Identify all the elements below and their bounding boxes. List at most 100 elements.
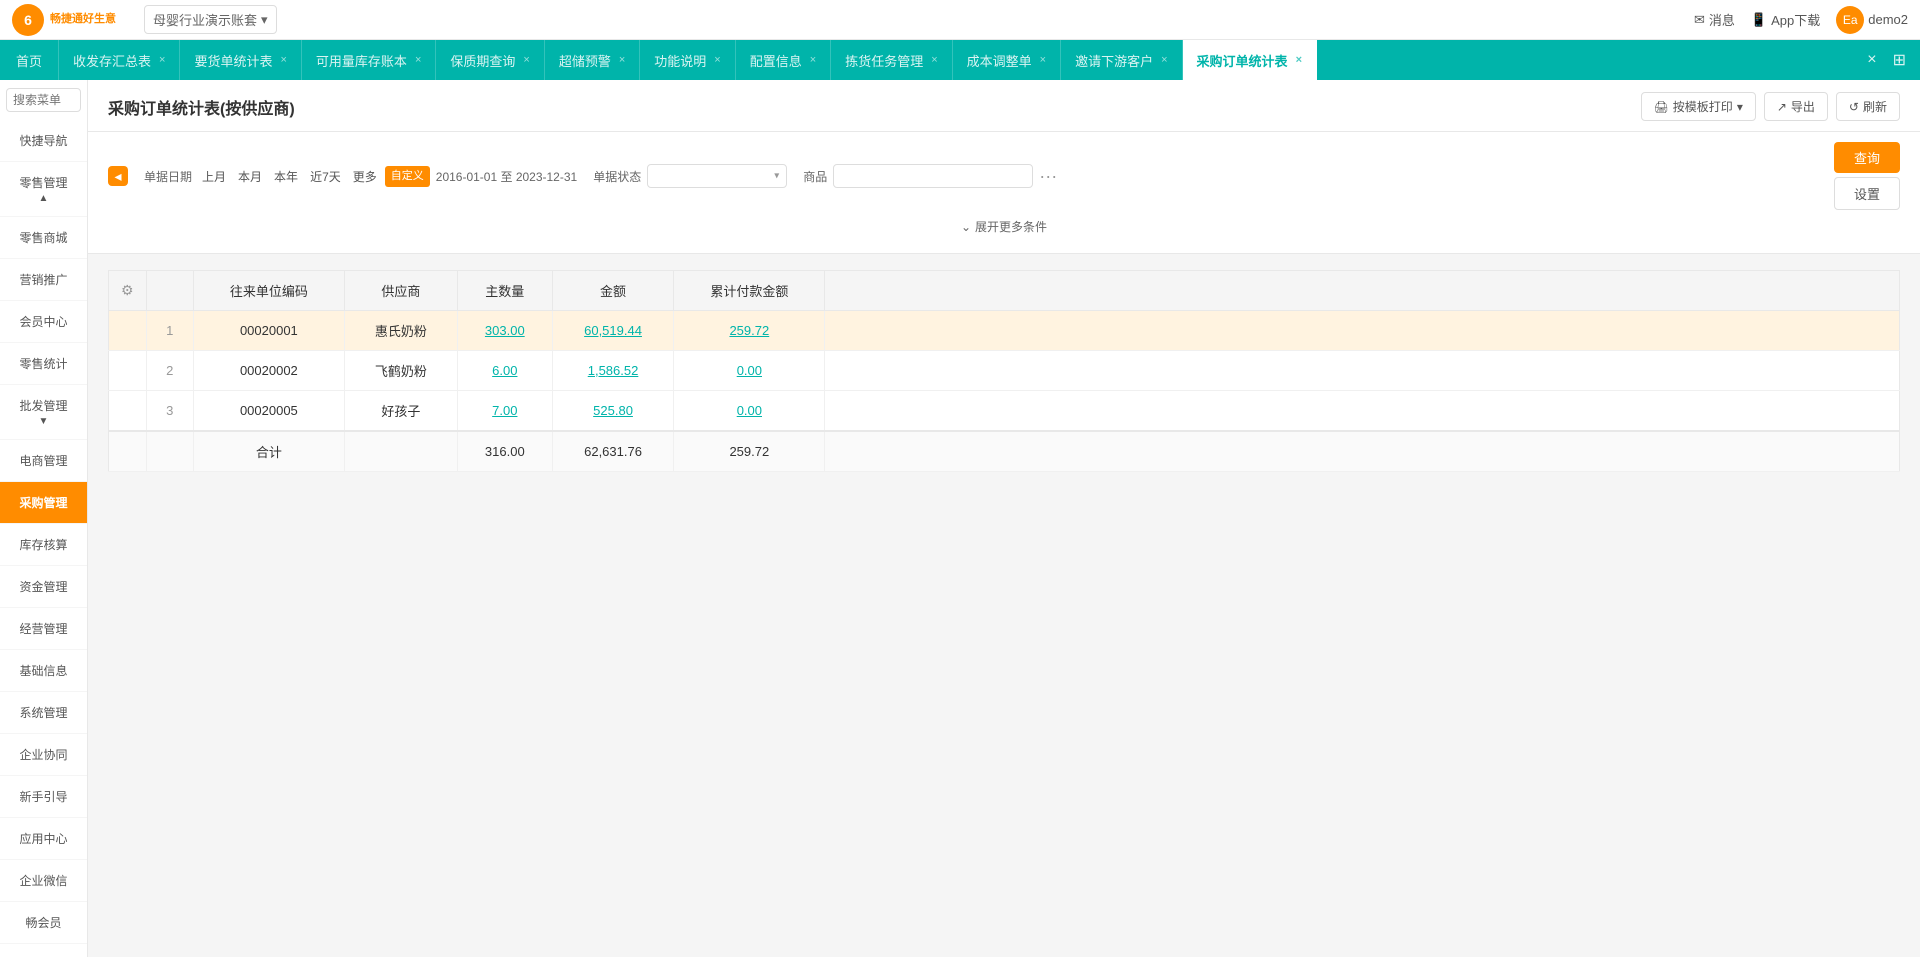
- custom-date-badge[interactable]: 自定义: [385, 166, 430, 187]
- footer-num: [146, 431, 193, 472]
- filter-settings-button[interactable]: 设置: [1834, 177, 1900, 210]
- filter-date-range: 2016-01-01 至 2023-12-31: [436, 168, 577, 185]
- tab-gongneng-close[interactable]: ×: [714, 54, 720, 66]
- sidebar-item-xitong[interactable]: 系统管理: [0, 692, 87, 734]
- tab-home[interactable]: 首页: [0, 40, 59, 80]
- row3-paid-link[interactable]: 0.00: [737, 403, 762, 418]
- col-extra: [825, 271, 1900, 311]
- tab-gongneng[interactable]: 功能说明 ×: [640, 40, 735, 80]
- user-profile[interactable]: Ea demo2: [1836, 6, 1908, 34]
- footer-supplier: [344, 431, 457, 472]
- app-download-label: App下载: [1771, 10, 1820, 29]
- footer-settings: [109, 431, 147, 472]
- tab-yaoqing-label: 邀请下游客户: [1075, 51, 1153, 70]
- row2-settings: [109, 351, 147, 391]
- shortcut-last-month[interactable]: 上月: [198, 166, 230, 187]
- sidebar-item-qiye[interactable]: 企业协同: [0, 734, 87, 776]
- sidebar-item-changhui-label: 畅会员: [25, 914, 61, 931]
- sidebar-item-qiyewx[interactable]: 企业微信: [0, 860, 87, 902]
- sidebar-item-jingying[interactable]: 经营管理: [0, 608, 87, 650]
- tab-paihuoren-close[interactable]: ×: [931, 54, 937, 66]
- sidebar-item-xinshou[interactable]: 新手引导: [0, 776, 87, 818]
- tab-yaoqing-close[interactable]: ×: [1161, 54, 1167, 66]
- row3-supplier: 好孩子: [344, 391, 457, 432]
- app-download-button[interactable]: 📱 App下载: [1751, 10, 1820, 29]
- filter-goods-input[interactable]: [833, 164, 1033, 188]
- row3-amount-link[interactable]: 525.80: [593, 403, 633, 418]
- sidebar-item-jichu[interactable]: 基础信息: [0, 650, 87, 692]
- shortcut-more[interactable]: 更多: [349, 166, 381, 187]
- sidebar-item-zijin[interactable]: 资金管理: [0, 566, 87, 608]
- sidebar-item-lingshoutj[interactable]: 零售统计: [0, 343, 87, 385]
- sidebar-search-input[interactable]: [6, 88, 81, 112]
- tab-yaohuo-close[interactable]: ×: [280, 54, 286, 66]
- sidebar-item-dianshang[interactable]: 电商管理: [0, 440, 87, 482]
- refresh-button[interactable]: ↺ 刷新: [1836, 92, 1900, 121]
- tab-chengben-close[interactable]: ×: [1040, 54, 1046, 66]
- col-code-header: 往来单位编码: [193, 271, 344, 311]
- tab-shofazong[interactable]: 收发存汇总表 ×: [59, 40, 180, 80]
- tab-paihuoren[interactable]: 拣货任务管理 ×: [831, 40, 952, 80]
- shortcut-7days[interactable]: 近7天: [306, 166, 345, 187]
- tab-caigoudan[interactable]: 采购订单统计表 ×: [1183, 40, 1317, 80]
- tab-shofazong-close[interactable]: ×: [159, 54, 165, 66]
- tab-home-label: 首页: [16, 51, 42, 70]
- row2-qty-link[interactable]: 6.00: [492, 363, 517, 378]
- sidebar-item-changhui[interactable]: 畅会员: [0, 902, 87, 944]
- row2-paid-link[interactable]: 0.00: [737, 363, 762, 378]
- logo-char: 6: [24, 12, 32, 28]
- export-label: 导出: [1791, 98, 1815, 115]
- sidebar-item-caigou[interactable]: 采购管理: [0, 482, 87, 524]
- filter-row-1: ◂ 单据日期 上月 本月 本年 近7天 更多 自定义 2016-01-01 至 …: [108, 142, 1900, 210]
- close-all-tabs-button[interactable]: ×: [1861, 49, 1882, 71]
- row1-amount-link[interactable]: 60,519.44: [584, 323, 642, 338]
- filter-status-select[interactable]: [647, 164, 787, 188]
- shortcut-this-year[interactable]: 本年: [270, 166, 302, 187]
- sidebar-item-yingxiao[interactable]: 营销推广: [0, 259, 87, 301]
- expand-more-row: ⌄ 展开更多条件: [108, 210, 1900, 243]
- filter-goods-ellipsis[interactable]: ···: [1039, 167, 1057, 185]
- row3-qty-link[interactable]: 7.00: [492, 403, 517, 418]
- tab-baozhi-close[interactable]: ×: [523, 54, 529, 66]
- sidebar-item-pifa-label: 批发管理: [19, 397, 67, 414]
- table-footer: 合计 316.00 62,631.76 259.72: [109, 431, 1900, 472]
- tab-peizhi[interactable]: 配置信息 ×: [736, 40, 831, 80]
- row2-amount-link[interactable]: 1,586.52: [588, 363, 639, 378]
- tab-yaohuo[interactable]: 要货单统计表 ×: [180, 40, 301, 80]
- search-button[interactable]: 查询: [1834, 142, 1900, 173]
- sidebar-item-yingyong[interactable]: 应用中心: [0, 818, 87, 860]
- collapse-toggle-button[interactable]: ◂: [108, 166, 128, 186]
- tab-chaochu-close[interactable]: ×: [619, 54, 625, 66]
- tab-yaoqing[interactable]: 邀请下游客户 ×: [1061, 40, 1182, 80]
- tab-caigoudan-close[interactable]: ×: [1296, 54, 1302, 66]
- row2-paid: 0.00: [674, 351, 825, 391]
- expand-more-button[interactable]: ⌄ 展开更多条件: [961, 218, 1047, 235]
- sidebar-item-kucun[interactable]: 库存核算: [0, 524, 87, 566]
- table-settings-gear[interactable]: ⚙: [121, 282, 134, 298]
- sidebar-item-quicknav[interactable]: 快捷导航: [0, 120, 87, 162]
- page-header: 采购订单统计表(按供应商) 🖨 按模板打印 ▾ ↗ 导出 ↺ 刷新: [88, 80, 1920, 132]
- shortcut-this-month[interactable]: 本月: [234, 166, 266, 187]
- main-layout: 快捷导航 零售管理 ▲ 零售商城 营销推广 会员中心 零售统计 批发管理 ▼: [0, 80, 1920, 957]
- maximize-button[interactable]: ⊞: [1887, 48, 1912, 72]
- sidebar-item-huiyuan[interactable]: 会员中心: [0, 301, 87, 343]
- tab-chaochu[interactable]: 超储预警 ×: [545, 40, 640, 80]
- print-button[interactable]: 🖨 按模板打印 ▾: [1641, 92, 1756, 121]
- message-button[interactable]: ✉ 消息: [1694, 10, 1735, 29]
- sidebar-item-pifa[interactable]: 批发管理 ▼: [0, 385, 87, 440]
- export-button[interactable]: ↗ 导出: [1764, 92, 1828, 121]
- sidebar-item-zijin-label: 资金管理: [19, 578, 67, 595]
- sidebar-item-lingshougou[interactable]: 零售商城: [0, 217, 87, 259]
- tab-baozhi[interactable]: 保质期查询 ×: [436, 40, 544, 80]
- message-label: 消息: [1709, 10, 1735, 29]
- tab-chengben[interactable]: 成本调整单 ×: [953, 40, 1061, 80]
- tab-peizhi-label: 配置信息: [750, 51, 802, 70]
- tab-keyongliang-close[interactable]: ×: [415, 54, 421, 66]
- row1-qty-link[interactable]: 303.00: [485, 323, 525, 338]
- workspace-selector[interactable]: 母婴行业演示账套 ▾: [144, 5, 277, 34]
- row1-paid-link[interactable]: 259.72: [729, 323, 769, 338]
- tab-peizhi-close[interactable]: ×: [810, 54, 816, 66]
- tab-keyongliang[interactable]: 可用量库存账本 ×: [302, 40, 436, 80]
- sidebar-item-lingshouguan[interactable]: 零售管理 ▲: [0, 162, 87, 217]
- workspace-chevron: ▾: [261, 12, 268, 28]
